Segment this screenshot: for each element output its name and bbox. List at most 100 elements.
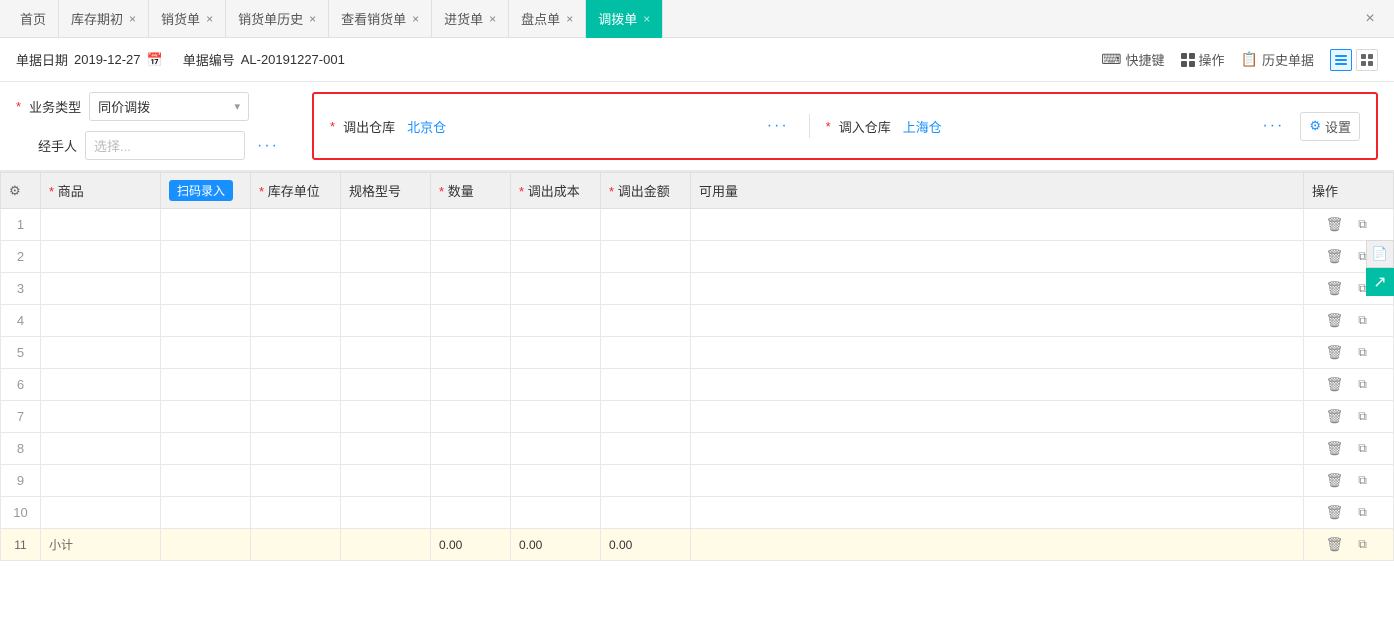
row-unit-1 (161, 209, 251, 241)
row-copy-icon-9[interactable]: ⧉ (1353, 471, 1373, 491)
layout-grid-button[interactable] (1356, 49, 1378, 71)
row-amount-2[interactable] (601, 241, 691, 273)
tab-inventory-init[interactable]: 库存期初 × (59, 0, 149, 38)
row-copy-icon-6[interactable]: ⧉ (1353, 375, 1373, 395)
tab-sales-history[interactable]: 销货单历史 × (226, 0, 329, 38)
row-qty-1[interactable] (431, 209, 511, 241)
float-doc-button[interactable]: 📄 (1366, 240, 1394, 268)
tab-sales-order[interactable]: 销货单 × (149, 0, 226, 38)
row-unit-9 (161, 465, 251, 497)
row-qty-2[interactable] (431, 241, 511, 273)
row-product-2[interactable] (41, 241, 161, 273)
row-cost-2[interactable] (511, 241, 601, 273)
row-product-7[interactable] (41, 401, 161, 433)
row-product-8[interactable] (41, 433, 161, 465)
col-gear[interactable]: ⚙ (1, 173, 41, 209)
row-qty-5[interactable] (431, 337, 511, 369)
row-cost-4[interactable] (511, 305, 601, 337)
date-value: 2019-12-27 (74, 52, 141, 67)
row-copy-icon-1[interactable]: ⧉ (1353, 215, 1373, 235)
window-close-button[interactable]: × (1354, 0, 1386, 38)
row-qty-3[interactable] (431, 273, 511, 305)
tab-purchase-order[interactable]: 进货单 × (432, 0, 509, 38)
tab-sales-order-close[interactable]: × (206, 12, 213, 26)
tab-transfer-close[interactable]: × (643, 12, 650, 26)
calendar-icon[interactable]: 📅 (147, 52, 163, 68)
operation-button[interactable]: 操作 (1181, 50, 1225, 69)
row-product-6[interactable] (41, 369, 161, 401)
handler-dots[interactable]: ··· (253, 137, 283, 155)
row-amount-1[interactable] (601, 209, 691, 241)
row-cost-7[interactable] (511, 401, 601, 433)
float-export-button[interactable]: ↗ (1366, 268, 1394, 296)
tab-sales-history-close[interactable]: × (309, 12, 316, 26)
in-warehouse-dots[interactable]: ··· (1258, 117, 1288, 135)
row-ops-10: 🗑 ⧉ (1304, 497, 1394, 529)
row-product-1[interactable] (41, 209, 161, 241)
row-product-4[interactable] (41, 305, 161, 337)
col-scan[interactable]: 扫码录入 (161, 173, 251, 209)
row-amount-7[interactable] (601, 401, 691, 433)
row-amount-8[interactable] (601, 433, 691, 465)
row-cost-6[interactable] (511, 369, 601, 401)
row-delete-icon-10[interactable]: 🗑 (1325, 503, 1345, 523)
toolbar-row: 单据日期 2019-12-27 📅 单据编号 AL-20191227-001 ⌨… (0, 38, 1394, 82)
tab-inventory-init-close[interactable]: × (129, 12, 136, 26)
out-warehouse-dots[interactable]: ··· (763, 117, 793, 135)
row-qty-4[interactable] (431, 305, 511, 337)
tab-view-sales-close[interactable]: × (412, 12, 419, 26)
layout-lines-button[interactable] (1330, 49, 1352, 71)
row-amount-3[interactable] (601, 273, 691, 305)
row-delete-icon-9[interactable]: 🗑 (1325, 471, 1345, 491)
row-product-9[interactable] (41, 465, 161, 497)
row-delete-icon-8[interactable]: 🗑 (1325, 439, 1345, 459)
settings-button[interactable]: ⚙ 设置 (1300, 112, 1360, 141)
row-cost-3[interactable] (511, 273, 601, 305)
row-copy-icon-5[interactable]: ⧉ (1353, 343, 1373, 363)
tab-purchase-order-close[interactable]: × (489, 12, 496, 26)
row-product-5[interactable] (41, 337, 161, 369)
row-amount-6[interactable] (601, 369, 691, 401)
table-gear-icon[interactable]: ⚙ (9, 183, 21, 198)
tab-view-sales[interactable]: 查看销货单 × (329, 0, 432, 38)
row-amount-10[interactable] (601, 497, 691, 529)
row-product-3[interactable] (41, 273, 161, 305)
row-delete-icon-3[interactable]: 🗑 (1325, 279, 1345, 299)
row-copy-icon-7[interactable]: ⧉ (1353, 407, 1373, 427)
row-qty-10[interactable] (431, 497, 511, 529)
row-qty-6[interactable] (431, 369, 511, 401)
row-qty-8[interactable] (431, 433, 511, 465)
tab-inventory-check-close[interactable]: × (566, 12, 573, 26)
tab-home[interactable]: 首页 (8, 0, 59, 38)
row-cost-1[interactable] (511, 209, 601, 241)
row-cost-10[interactable] (511, 497, 601, 529)
row-cost-8[interactable] (511, 433, 601, 465)
row-delete-icon[interactable]: 🗑 (1325, 535, 1345, 555)
row-qty-7[interactable] (431, 401, 511, 433)
tab-inventory-check[interactable]: 盘点单 × (509, 0, 586, 38)
row-num-9: 9 (1, 465, 41, 497)
row-amount-5[interactable] (601, 337, 691, 369)
row-copy-icon[interactable]: ⧉ (1353, 535, 1373, 555)
row-cost-5[interactable] (511, 337, 601, 369)
row-delete-icon-1[interactable]: 🗑 (1325, 215, 1345, 235)
row-amount-9[interactable] (601, 465, 691, 497)
history-button[interactable]: 📋 历史单据 (1241, 50, 1314, 69)
row-delete-icon-7[interactable]: 🗑 (1325, 407, 1345, 427)
tab-transfer[interactable]: 调拨单 × (586, 0, 663, 38)
shortcut-button[interactable]: ⌨ 快捷键 (1101, 50, 1164, 69)
business-type-select[interactable]: 同价调拨 ▾ (89, 92, 249, 121)
row-copy-icon-4[interactable]: ⧉ (1353, 311, 1373, 331)
row-copy-icon-8[interactable]: ⧉ (1353, 439, 1373, 459)
row-delete-icon-4[interactable]: 🗑 (1325, 311, 1345, 331)
row-copy-icon-10[interactable]: ⧉ (1353, 503, 1373, 523)
row-amount-4[interactable] (601, 305, 691, 337)
row-delete-icon-2[interactable]: 🗑 (1325, 247, 1345, 267)
row-delete-icon-5[interactable]: 🗑 (1325, 343, 1345, 363)
row-cost-9[interactable] (511, 465, 601, 497)
row-product-10[interactable] (41, 497, 161, 529)
row-delete-icon-6[interactable]: 🗑 (1325, 375, 1345, 395)
handler-select[interactable]: 选择... (85, 131, 245, 160)
scan-button[interactable]: 扫码录入 (169, 180, 233, 201)
row-qty-9[interactable] (431, 465, 511, 497)
